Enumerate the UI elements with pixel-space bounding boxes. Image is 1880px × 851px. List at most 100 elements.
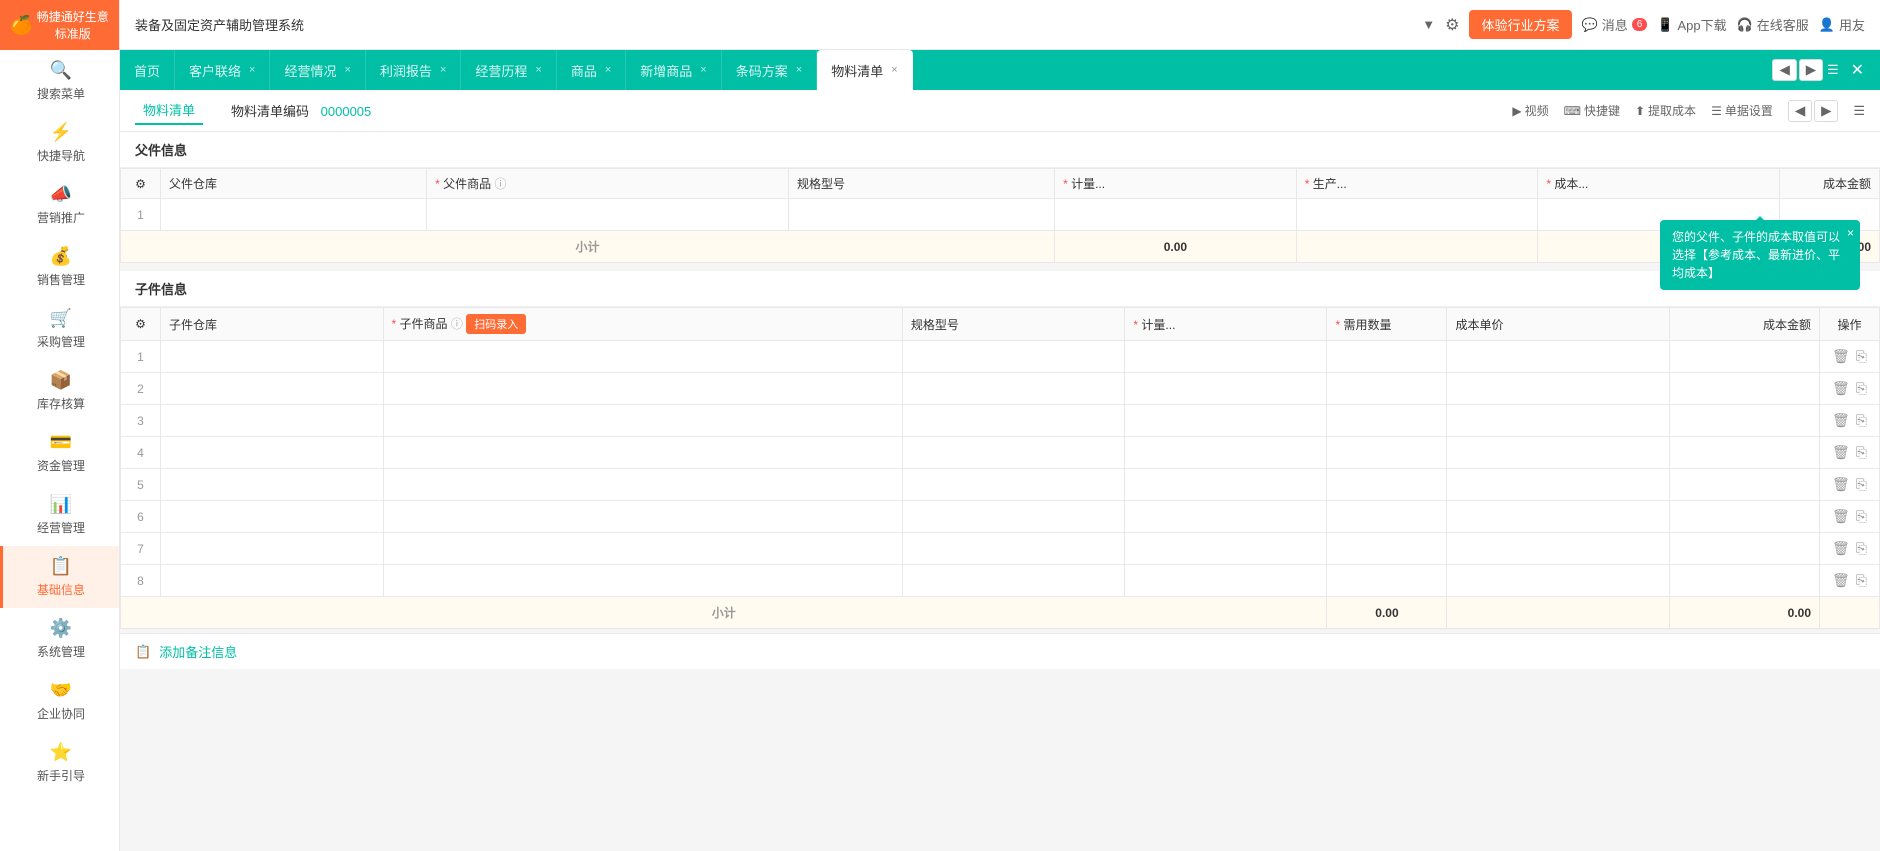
child-unit-cell-8[interactable] xyxy=(1125,565,1327,597)
child-cost-price-cell-5[interactable] xyxy=(1447,469,1670,501)
parent-unit-cell-1[interactable] xyxy=(1055,199,1297,231)
child-spec-cell-4[interactable] xyxy=(902,437,1125,469)
single-settings-action[interactable]: ☰ 单据设置 xyxy=(1711,102,1773,119)
parent-production-cell-1[interactable] xyxy=(1296,199,1538,231)
copy-icon-5[interactable]: ⎘ xyxy=(1856,476,1867,493)
nav-prev2[interactable]: ◀ xyxy=(1788,100,1812,122)
child-spec-cell-2[interactable] xyxy=(902,373,1125,405)
child-qty-cell-6[interactable] xyxy=(1327,501,1447,533)
sidebar-item-inventory[interactable]: 📦 库存核算 xyxy=(0,360,119,422)
child-cost-price-cell-2[interactable] xyxy=(1447,373,1670,405)
sidebar-item-enterprise[interactable]: 🤝 企业协同 xyxy=(0,670,119,732)
copy-icon-1[interactable]: ⎘ xyxy=(1856,348,1867,365)
delete-icon-8[interactable]: 🗑 xyxy=(1832,572,1850,589)
child-warehouse-cell-7[interactable] xyxy=(161,533,384,565)
note-label[interactable]: 添加备注信息 xyxy=(159,642,237,661)
user-action[interactable]: 👤 用友 xyxy=(1819,15,1865,34)
child-goods-cell-1[interactable] xyxy=(383,341,902,373)
child-warehouse-cell-8[interactable] xyxy=(161,565,384,597)
parent-goods-cell-1[interactable] xyxy=(427,199,789,231)
child-warehouse-cell-5[interactable] xyxy=(161,469,384,501)
child-warehouse-cell-6[interactable] xyxy=(161,501,384,533)
child-cost-price-cell-4[interactable] xyxy=(1447,437,1670,469)
tab-home[interactable]: 首页 xyxy=(120,50,175,90)
child-unit-cell-2[interactable] xyxy=(1125,373,1327,405)
copy-icon-8[interactable]: ⎘ xyxy=(1856,572,1867,589)
tab-barcode-close[interactable]: × xyxy=(796,64,802,76)
settings-icon[interactable]: ⚙ xyxy=(1445,15,1459,35)
child-goods-cell-7[interactable] xyxy=(383,533,902,565)
child-goods-cell-3[interactable] xyxy=(383,405,902,437)
tab-new-goods[interactable]: 新增商品 × xyxy=(626,50,721,90)
subtab-bom-list[interactable]: 物料清单 xyxy=(135,96,203,125)
child-cost-amount-cell-5[interactable] xyxy=(1670,469,1820,501)
child-goods-cell-2[interactable] xyxy=(383,373,902,405)
child-spec-cell-3[interactable] xyxy=(902,405,1125,437)
sidebar-item-marketing[interactable]: 📣 营销推广 xyxy=(0,174,119,236)
child-spec-cell-5[interactable] xyxy=(902,469,1125,501)
child-warehouse-cell-2[interactable] xyxy=(161,373,384,405)
sidebar-item-quick-nav[interactable]: ⚡ 快捷导航 xyxy=(0,112,119,174)
tab-new-goods-close[interactable]: × xyxy=(700,64,706,76)
delete-icon-7[interactable]: 🗑 xyxy=(1832,540,1850,557)
child-unit-cell-3[interactable] xyxy=(1125,405,1327,437)
extract-cost-action[interactable]: ⬆ 提取成本 xyxy=(1635,102,1696,119)
child-cost-price-cell-3[interactable] xyxy=(1447,405,1670,437)
child-warehouse-cell-3[interactable] xyxy=(161,405,384,437)
parent-warehouse-cell-1[interactable] xyxy=(161,199,427,231)
shortcut-action[interactable]: ⌨ 快捷键 xyxy=(1564,102,1620,119)
copy-icon-4[interactable]: ⎘ xyxy=(1856,444,1867,461)
tab-bom-close[interactable]: × xyxy=(891,64,897,76)
child-qty-cell-1[interactable] xyxy=(1327,341,1447,373)
child-cost-amount-cell-8[interactable] xyxy=(1670,565,1820,597)
child-warehouse-cell-4[interactable] xyxy=(161,437,384,469)
delete-icon-6[interactable]: 🗑 xyxy=(1832,508,1850,525)
sidebar-item-guide[interactable]: ⭐ 新手引导 xyxy=(0,732,119,794)
sidebar-item-purchase[interactable]: 🛒 采购管理 xyxy=(0,298,119,360)
video-action[interactable]: ▶ 视频 xyxy=(1512,102,1548,119)
child-unit-cell-7[interactable] xyxy=(1125,533,1327,565)
tab-goods-close[interactable]: × xyxy=(605,64,611,76)
child-cost-amount-cell-7[interactable] xyxy=(1670,533,1820,565)
delete-icon-5[interactable]: 🗑 xyxy=(1832,476,1850,493)
tab-goods[interactable]: 商品 × xyxy=(557,50,626,90)
child-cost-price-cell-8[interactable] xyxy=(1447,565,1670,597)
subtab-bom-code[interactable]: 物料清单编码 0000005 xyxy=(223,97,379,124)
nav-next[interactable]: ▶ xyxy=(1799,59,1823,81)
tab-menu-icon[interactable]: ☰ xyxy=(1823,62,1843,78)
col-settings-icon[interactable]: ⚙ xyxy=(135,177,146,191)
sidebar-item-finance[interactable]: 💳 资金管理 xyxy=(0,422,119,484)
delete-icon-1[interactable]: 🗑 xyxy=(1832,348,1850,365)
tooltip-close-btn[interactable]: × xyxy=(1847,224,1854,242)
sidebar-item-search[interactable]: 🔍 搜索菜单 xyxy=(0,50,119,112)
tab-history[interactable]: 经营历程 × xyxy=(461,50,556,90)
child-goods-cell-6[interactable] xyxy=(383,501,902,533)
delete-icon-4[interactable]: 🗑 xyxy=(1832,444,1850,461)
child-unit-cell-6[interactable] xyxy=(1125,501,1327,533)
nav-prev[interactable]: ◀ xyxy=(1772,59,1796,81)
online-service-action[interactable]: 🎧 在线客服 xyxy=(1737,15,1809,34)
child-unit-cell-4[interactable] xyxy=(1125,437,1327,469)
child-cost-price-cell-7[interactable] xyxy=(1447,533,1670,565)
child-cost-price-cell-1[interactable] xyxy=(1447,341,1670,373)
child-qty-cell-8[interactable] xyxy=(1327,565,1447,597)
app-download-action[interactable]: 📱 App下载 xyxy=(1657,15,1726,34)
tab-operations-close[interactable]: × xyxy=(344,64,350,76)
child-spec-cell-7[interactable] xyxy=(902,533,1125,565)
parent-spec-cell-1[interactable] xyxy=(788,199,1054,231)
close-tab-icon[interactable]: ✕ xyxy=(1843,60,1872,80)
sidebar-item-system[interactable]: ⚙️ 系统管理 xyxy=(0,608,119,670)
child-goods-cell-4[interactable] xyxy=(383,437,902,469)
child-cost-amount-cell-4[interactable] xyxy=(1670,437,1820,469)
child-goods-cell-5[interactable] xyxy=(383,469,902,501)
child-qty-cell-2[interactable] xyxy=(1327,373,1447,405)
child-spec-cell-6[interactable] xyxy=(902,501,1125,533)
tab-customers-close[interactable]: × xyxy=(249,64,255,76)
scan-button[interactable]: 扫码录入 xyxy=(466,314,526,334)
dropdown-icon[interactable]: ▼ xyxy=(1422,17,1435,32)
copy-icon-3[interactable]: ⎘ xyxy=(1856,412,1867,429)
tab-customers[interactable]: 客户联络 × xyxy=(175,50,270,90)
child-qty-cell-5[interactable] xyxy=(1327,469,1447,501)
message-action[interactable]: 💬 消息 6 xyxy=(1582,15,1648,34)
child-unit-cell-1[interactable] xyxy=(1125,341,1327,373)
